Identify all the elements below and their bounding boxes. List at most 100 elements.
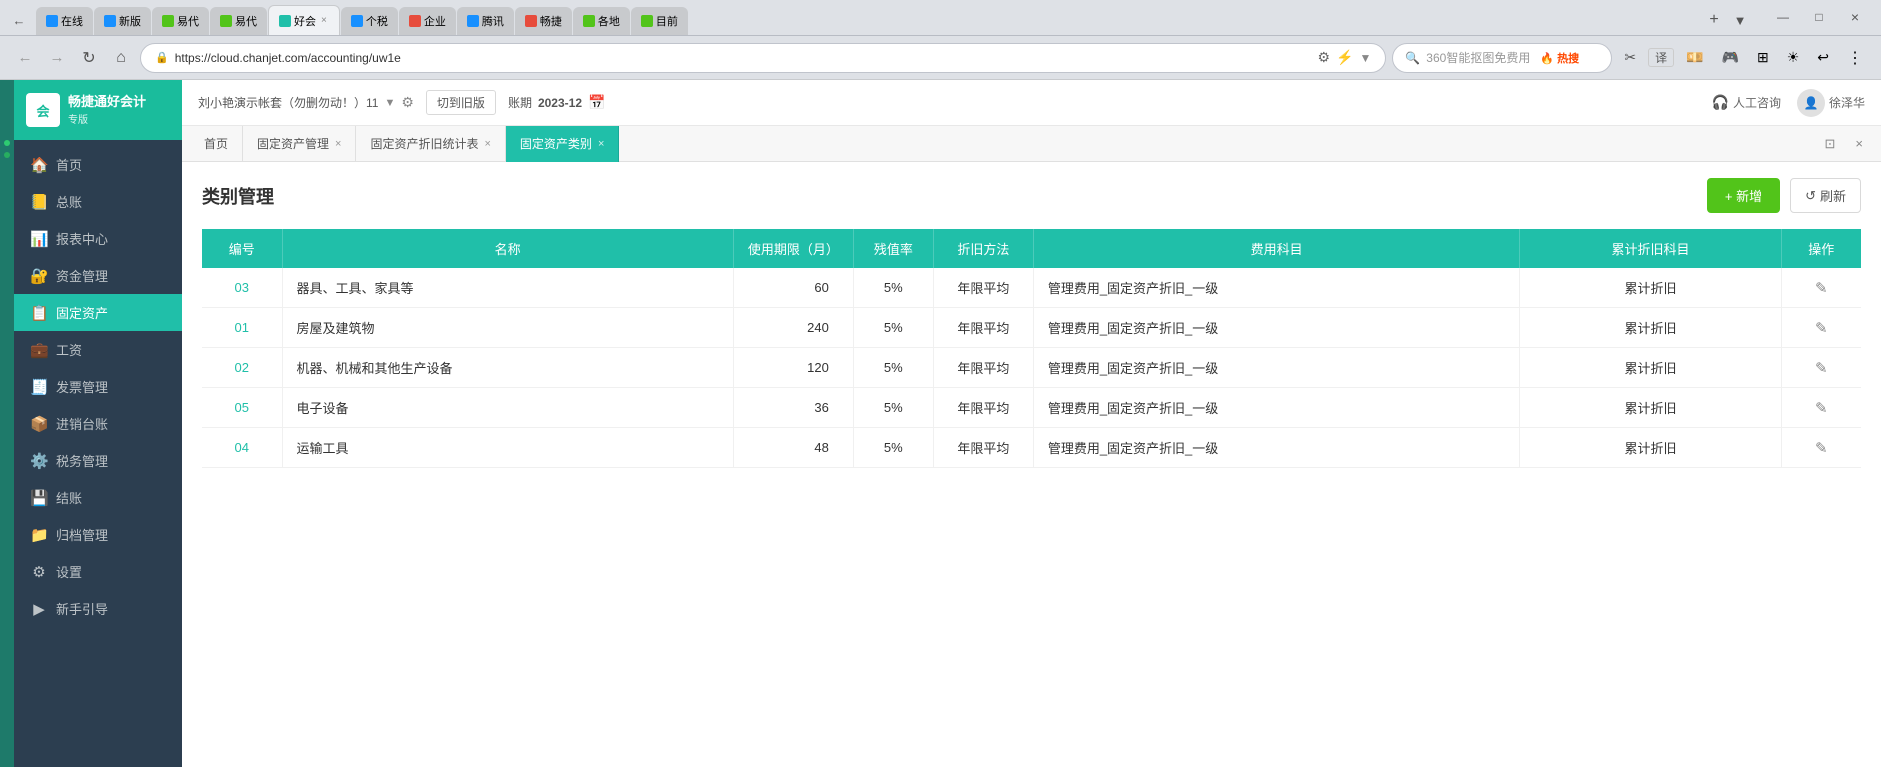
browser-tab-11[interactable]: 目前	[631, 7, 688, 35]
cell-period-5: 48	[733, 428, 853, 468]
sidebar-item-settings[interactable]: ⚙ 设置	[14, 553, 182, 590]
page-tabs-bar: 首页 固定资产管理 × 固定资产折旧统计表 × 固定资产类别 × ⊡ ×	[182, 126, 1881, 162]
lock-icon: 🔒	[155, 51, 169, 64]
settings-nav-icon: ⚙	[30, 563, 48, 581]
page-tab-depreciation[interactable]: 固定资产折旧统计表 ×	[356, 126, 505, 162]
browser-tab-7[interactable]: 企业	[399, 7, 456, 35]
checkout-nav-icon: 💾	[30, 489, 48, 507]
calendar-icon[interactable]: 📅	[588, 94, 605, 111]
headset-icon: 🎧	[1712, 94, 1729, 111]
add-button[interactable]: + 新增	[1707, 178, 1780, 213]
scissors-icon[interactable]: ✂	[1618, 49, 1642, 66]
browser-menu-icon[interactable]: ⋮	[1841, 48, 1869, 68]
page-tab-home[interactable]: 首页	[190, 126, 243, 162]
tab-list-button[interactable]: ▼	[1729, 9, 1751, 31]
browser-tab-5-active[interactable]: 好会 ×	[268, 5, 340, 35]
sun-icon[interactable]: ☀	[1781, 49, 1806, 66]
cell-name-1: 器具、工具、家具等	[282, 268, 733, 308]
page-tab-fixed-mgmt[interactable]: 固定资产管理 ×	[243, 126, 356, 162]
window-close-button[interactable]: ×	[1837, 3, 1873, 31]
zap-icon: ⚡	[1336, 49, 1353, 66]
search-placeholder-text: 360智能抠图免费用	[1426, 49, 1530, 66]
sidebar-item-fixed-assets[interactable]: 📋 固定资产	[14, 294, 182, 331]
dropdown-icon[interactable]: ▼	[1359, 51, 1371, 65]
sidebar-item-home[interactable]: 🏠 首页	[14, 146, 182, 183]
tab-5-close-icon[interactable]: ×	[319, 14, 329, 27]
period-label: 账期	[508, 94, 532, 111]
refresh-button[interactable]: ↺ 刷新	[1790, 178, 1861, 213]
nav-home-button[interactable]: ⌂	[108, 45, 134, 71]
cell-residual-1: 5%	[853, 268, 933, 308]
col-header-depreciation: 累计折旧科目	[1520, 229, 1781, 268]
search-box[interactable]: 🔍 360智能抠图免费用 🔥 热搜	[1392, 43, 1612, 73]
tab-9-label: 畅捷	[540, 13, 562, 29]
header-left: 刘小艳演示帐套（勿删勿动！）11 ▼ ⚙ 切到旧版 账期 2023-12 📅	[198, 90, 605, 115]
guide-nav-icon: ▶	[30, 600, 48, 618]
nav-back-button[interactable]: ←	[12, 45, 38, 71]
sidebar-item-reports[interactable]: 📊 报表中心	[14, 220, 182, 257]
translate-icon[interactable]: 译	[1648, 48, 1674, 67]
switch-btn[interactable]: 切到旧版	[426, 90, 496, 115]
sidebar-item-archive[interactable]: 📁 归档管理	[14, 516, 182, 553]
nav-forward-button[interactable]: →	[44, 45, 70, 71]
new-tab-button[interactable]: +	[1703, 9, 1725, 31]
sidebar-item-checkout[interactable]: 💾 结账	[14, 479, 182, 516]
browser-tab-3[interactable]: 易代	[152, 7, 209, 35]
cell-residual-5: 5%	[853, 428, 933, 468]
cell-action-1[interactable]: ✎	[1781, 268, 1861, 308]
sidebar-item-inventory[interactable]: 📦 进销台账	[14, 405, 182, 442]
tab-3-label: 易代	[177, 13, 199, 29]
settings-icon-header[interactable]: ⚙	[401, 94, 414, 111]
window-minimize-button[interactable]: —	[1765, 3, 1801, 31]
browser-tab-10[interactable]: 各地	[573, 7, 630, 35]
avatar: 👤	[1797, 89, 1825, 117]
browser-tab-8[interactable]: 腾讯	[457, 7, 514, 35]
browser-tab-2[interactable]: 新版	[94, 7, 151, 35]
page-tab-category[interactable]: 固定资产类别 ×	[506, 126, 619, 162]
sidebar-item-ledger[interactable]: 📒 总账	[14, 183, 182, 220]
sidebar: 会 畅捷通好会计 专版 🏠 首页 📒 总账 📊 报表中心 🔐 资金管理	[14, 80, 182, 767]
browser-back-icon[interactable]: ←	[8, 9, 30, 31]
browser-tab-4[interactable]: 易代	[210, 7, 267, 35]
nav-reload-button[interactable]: ↻	[76, 45, 102, 71]
sidebar-item-capital[interactable]: 🔐 资金管理	[14, 257, 182, 294]
browser-tab-9[interactable]: 畅捷	[515, 7, 572, 35]
browser-tab-1[interactable]: 在线	[36, 7, 93, 35]
address-input-box[interactable]: 🔒 https://cloud.chanjet.com/accounting/u…	[140, 43, 1386, 73]
sidebar-item-invoice[interactable]: 🧾 发票管理	[14, 368, 182, 405]
tab-5-label: 好会	[294, 13, 316, 29]
cell-action-3[interactable]: ✎	[1781, 348, 1861, 388]
currency-icon[interactable]: 💴	[1680, 49, 1709, 66]
cell-depreciation-2: 累计折旧	[1520, 308, 1781, 348]
page-tab-depreciation-close[interactable]: ×	[484, 138, 490, 150]
tab-restore-button[interactable]: ⊡	[1815, 136, 1846, 152]
sidebar-item-guide[interactable]: ▶ 新手引导	[14, 590, 182, 627]
cell-action-2[interactable]: ✎	[1781, 308, 1861, 348]
sidebar-item-salary[interactable]: 💼 工资	[14, 331, 182, 368]
page-tab-fixed-mgmt-close[interactable]: ×	[335, 138, 341, 150]
grid-icon[interactable]: ⊞	[1751, 49, 1775, 66]
site-settings-icon[interactable]: ⚙	[1317, 49, 1330, 66]
table-row: 04 运输工具 48 5% 年限平均 管理费用_固定资产折旧_一级 累计折旧 ✎	[202, 428, 1861, 468]
tab-close-panel-button[interactable]: ×	[1845, 136, 1873, 151]
sidebar-item-tax[interactable]: ⚙️ 税务管理	[14, 442, 182, 479]
undo-icon[interactable]: ↩	[1811, 49, 1835, 66]
consultant-button[interactable]: 🎧 人工咨询	[1712, 94, 1781, 111]
user-avatar-area[interactable]: 👤 徐泽华	[1797, 89, 1865, 117]
sidebar-item-invoice-label: 发票管理	[56, 377, 108, 396]
page-tab-depreciation-label: 固定资产折旧统计表	[370, 135, 478, 152]
table-row: 05 电子设备 36 5% 年限平均 管理费用_固定资产折旧_一级 累计折旧 ✎	[202, 388, 1861, 428]
col-header-period: 使用期限（月）	[733, 229, 853, 268]
refresh-icon: ↺	[1805, 188, 1816, 204]
logo-subtitle: 专版	[68, 111, 146, 126]
page-tab-category-close[interactable]: ×	[598, 138, 604, 150]
cell-action-4[interactable]: ✎	[1781, 388, 1861, 428]
capital-nav-icon: 🔐	[30, 267, 48, 285]
cell-expense-4: 管理费用_固定资产折旧_一级	[1033, 388, 1520, 428]
game-icon[interactable]: 🎮	[1716, 49, 1745, 66]
cell-depreciation-5: 累计折旧	[1520, 428, 1781, 468]
window-maximize-button[interactable]: □	[1801, 3, 1837, 31]
browser-tab-6[interactable]: 个税	[341, 7, 398, 35]
cell-action-5[interactable]: ✎	[1781, 428, 1861, 468]
expand-icon[interactable]: ▼	[384, 97, 395, 109]
